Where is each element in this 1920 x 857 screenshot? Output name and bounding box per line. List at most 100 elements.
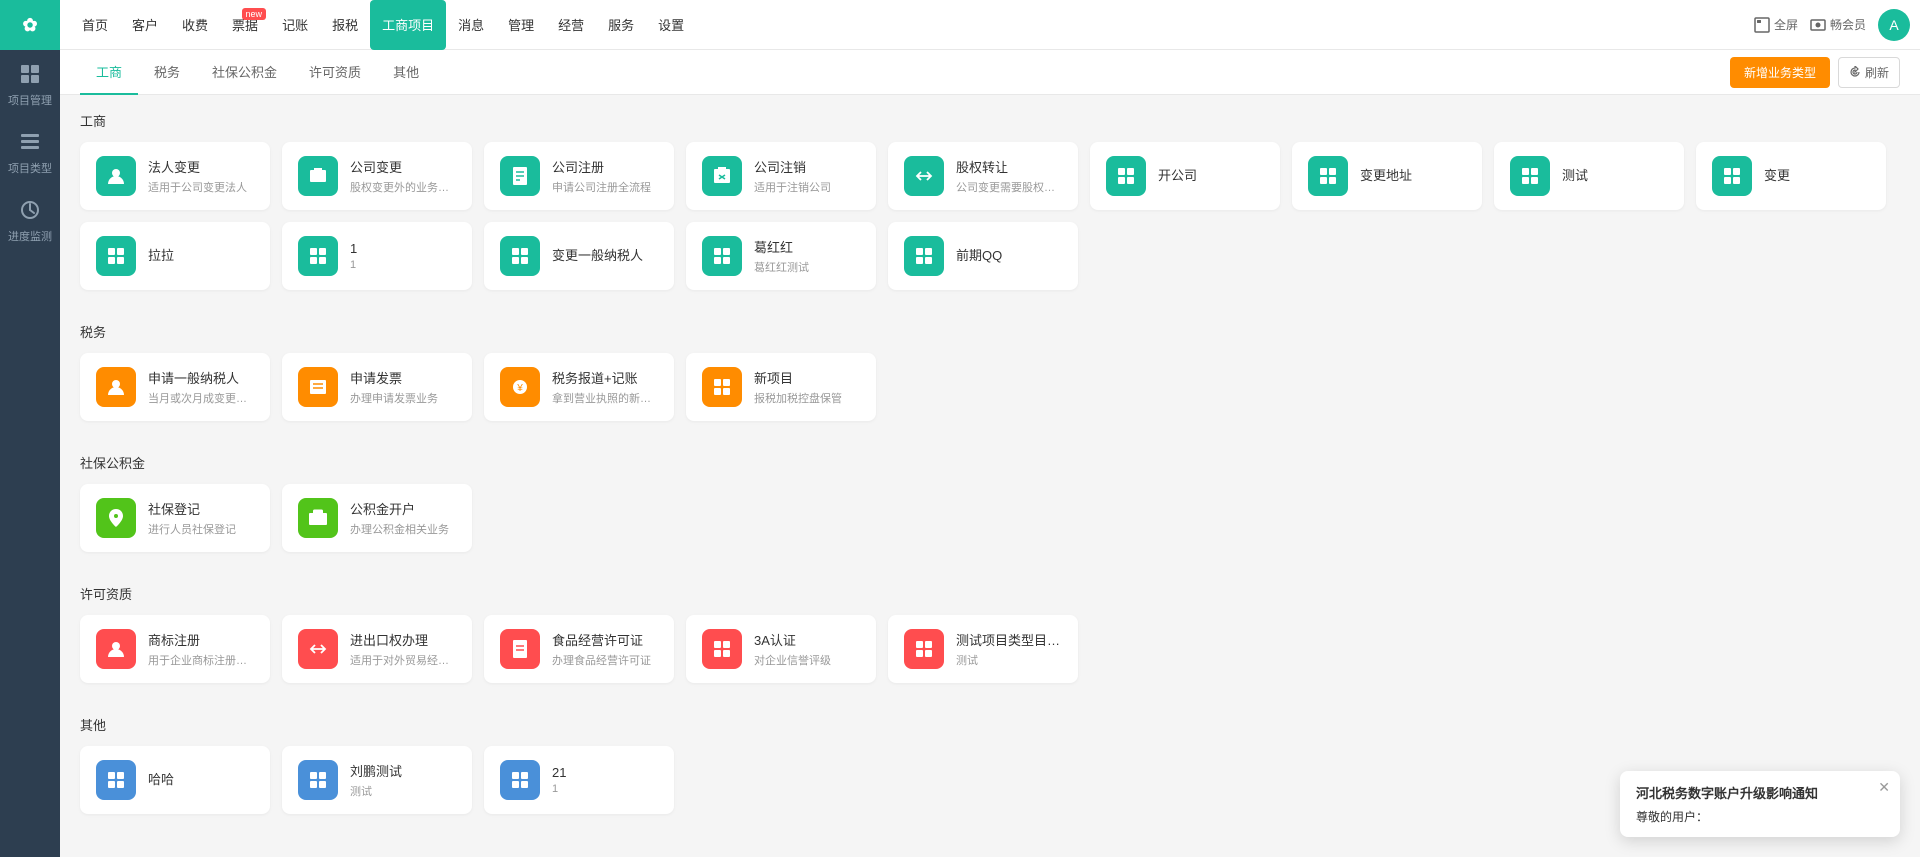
card-icon-one xyxy=(298,236,338,276)
nav-manage[interactable]: 管理 xyxy=(496,0,546,50)
nav-settings[interactable]: 设置 xyxy=(646,0,696,50)
card-icon-change-address xyxy=(1308,156,1348,196)
card-3a-cert[interactable]: 3A认证 对企业信誉评级 xyxy=(686,615,876,683)
card-title-test-type: 测试项目类型目定义 xyxy=(956,630,1062,649)
card-title-open-company: 开公司 xyxy=(1158,165,1264,184)
tax-section-title: 税务 xyxy=(80,322,1900,341)
card-title-fund-account: 公积金开户 xyxy=(350,499,456,518)
card-title-change-address: 变更地址 xyxy=(1360,165,1466,184)
tab-license[interactable]: 许可资质 xyxy=(293,50,377,95)
card-title-haha: 哈哈 xyxy=(148,769,254,788)
notification-close-btn[interactable]: ✕ xyxy=(1878,779,1890,796)
card-title-change-taxpayer: 变更一般纳税人 xyxy=(552,245,658,264)
industry-section: 工商 法人变更 适用于公司变更法人 xyxy=(60,95,1920,306)
card-equity-transfer[interactable]: 股权转让 公司变更需要股权转让 xyxy=(888,142,1078,210)
card-haha[interactable]: 哈哈 xyxy=(80,746,270,814)
card-icon-food-license xyxy=(500,629,540,669)
card-title-equity-transfer: 股权转让 xyxy=(956,157,1062,176)
tab-tax[interactable]: 税务 xyxy=(138,50,196,95)
topnav-right-area: 全屏 畅会员 A xyxy=(1754,9,1910,41)
card-icon-import-export xyxy=(298,629,338,669)
nav-billing[interactable]: 收费 xyxy=(170,0,220,50)
card-title-trademark: 商标注册 xyxy=(148,630,254,649)
card-company-register[interactable]: 公司注册 申请公司注册全流程 xyxy=(484,142,674,210)
app-logo: ✿ xyxy=(0,0,60,50)
fullscreen-btn[interactable]: 全屏 xyxy=(1754,16,1798,33)
card-tax-report[interactable]: ¥ 税务报道+记账 拿到营业执照的新公司 xyxy=(484,353,674,421)
tab-social[interactable]: 社保公积金 xyxy=(196,50,293,95)
card-early-qq[interactable]: 前期QQ xyxy=(888,222,1078,290)
tab-bar-actions: 新增业务类型 刷新 xyxy=(1730,57,1900,88)
card-legal-change[interactable]: 法人变更 适用于公司变更法人 xyxy=(80,142,270,210)
card-social-register[interactable]: 社保登记 进行人员社保登记 xyxy=(80,484,270,552)
card-apply-invoice[interactable]: 申请发票 办理申请发票业务 xyxy=(282,353,472,421)
card-company-change[interactable]: 公司变更 股权变更外的业务变更 xyxy=(282,142,472,210)
nav-operation[interactable]: 经营 xyxy=(546,0,596,50)
svg-text:¥: ¥ xyxy=(516,383,523,394)
card-icon-change xyxy=(1712,156,1752,196)
card-desc-liupeng-test: 测试 xyxy=(350,783,456,799)
card-one[interactable]: 1 1 xyxy=(282,222,472,290)
top-navigation: 首页 客户 收费 票据 new 记账 报税 工商项目 消息 管理 经营 服务 设… xyxy=(60,0,1920,50)
card-change-taxpayer[interactable]: 变更一般纳税人 xyxy=(484,222,674,290)
card-title-mohonghong: 葛红红 xyxy=(754,237,860,256)
card-title-change: 变更 xyxy=(1764,165,1870,184)
nav-industry[interactable]: 工商项目 xyxy=(370,0,446,50)
card-mohonghong[interactable]: 葛红红 葛红红测试 xyxy=(686,222,876,290)
nav-accounting[interactable]: 记账 xyxy=(270,0,320,50)
card-title-lala: 拉拉 xyxy=(148,245,254,264)
card-change-address[interactable]: 变更地址 xyxy=(1292,142,1482,210)
card-apply-taxpayer[interactable]: 申请一般纳税人 当月或次月成变更完成 xyxy=(80,353,270,421)
card-icon-change-taxpayer xyxy=(500,236,540,276)
card-title-import-export: 进出口权办理 xyxy=(350,630,456,649)
card-desc-mohonghong: 葛红红测试 xyxy=(754,259,860,275)
card-icon-trademark xyxy=(96,629,136,669)
tab-bar: 工商 税务 社保公积金 许可资质 其他 新增业务类型 刷新 xyxy=(60,50,1920,95)
refresh-button[interactable]: 刷新 xyxy=(1838,57,1900,88)
fullscreen-label: 全屏 xyxy=(1774,16,1798,33)
card-desc-trademark: 用于企业商标注册服务 xyxy=(148,652,254,668)
card-desc-3a-cert: 对企业信誉评级 xyxy=(754,652,860,668)
tab-other[interactable]: 其他 xyxy=(377,50,435,95)
card-icon-tax-report: ¥ xyxy=(500,367,540,407)
card-twenty-one[interactable]: 21 1 xyxy=(484,746,674,814)
industry-cards-grid: 法人变更 适用于公司变更法人 公司变更 股权变更外的业务变更 xyxy=(80,142,1900,290)
card-lala[interactable]: 拉拉 xyxy=(80,222,270,290)
card-title-test: 测试 xyxy=(1562,165,1668,184)
card-icon-apply-taxpayer xyxy=(96,367,136,407)
card-open-company[interactable]: 开公司 xyxy=(1090,142,1280,210)
card-desc-tax-report: 拿到营业执照的新公司 xyxy=(552,390,658,406)
card-icon-lala xyxy=(96,236,136,276)
nav-customer[interactable]: 客户 xyxy=(120,0,170,50)
sidebar-item-project-mgmt[interactable]: 项目管理 xyxy=(0,50,60,118)
card-title-new-project: 新项目 xyxy=(754,368,860,387)
sidebar-item-progress-monitor[interactable]: 进度监测 xyxy=(0,186,60,254)
card-liupeng-test[interactable]: 刘鹏测试 测试 xyxy=(282,746,472,814)
card-desc-company-change: 股权变更外的业务变更 xyxy=(350,179,456,195)
card-food-license[interactable]: 食品经营许可证 办理食品经营许可证 xyxy=(484,615,674,683)
card-test[interactable]: 测试 xyxy=(1494,142,1684,210)
card-icon-company-change xyxy=(298,156,338,196)
card-desc-new-project: 报税加税控盘保管 xyxy=(754,390,860,406)
nav-message[interactable]: 消息 xyxy=(446,0,496,50)
nav-tax[interactable]: 报税 xyxy=(320,0,370,50)
card-company-cancel[interactable]: 公司注销 适用于注销公司 xyxy=(686,142,876,210)
user-avatar[interactable]: A xyxy=(1878,9,1910,41)
nav-home[interactable]: 首页 xyxy=(70,0,120,50)
member-btn[interactable]: 畅会员 xyxy=(1810,16,1866,33)
card-icon-twenty-one xyxy=(500,760,540,800)
card-title-twenty-one: 21 xyxy=(552,765,658,780)
nav-tickets[interactable]: 票据 new xyxy=(220,0,270,50)
nav-service[interactable]: 服务 xyxy=(596,0,646,50)
card-change[interactable]: 变更 xyxy=(1696,142,1886,210)
card-new-project[interactable]: 新项目 报税加税控盘保管 xyxy=(686,353,876,421)
tab-industry[interactable]: 工商 xyxy=(80,50,138,95)
card-test-type[interactable]: 测试项目类型目定义 测试 xyxy=(888,615,1078,683)
card-title-company-register: 公司注册 xyxy=(552,157,658,176)
tax-section: 税务 申请一般纳税人 当月或次月成变更完成 xyxy=(60,306,1920,437)
sidebar-item-project-type[interactable]: 项目类型 xyxy=(0,118,60,186)
card-trademark[interactable]: 商标注册 用于企业商标注册服务 xyxy=(80,615,270,683)
new-type-button[interactable]: 新增业务类型 xyxy=(1730,57,1830,88)
card-fund-account[interactable]: 公积金开户 办理公积金相关业务 xyxy=(282,484,472,552)
card-import-export[interactable]: 进出口权办理 适用于对外贸易经营者 xyxy=(282,615,472,683)
